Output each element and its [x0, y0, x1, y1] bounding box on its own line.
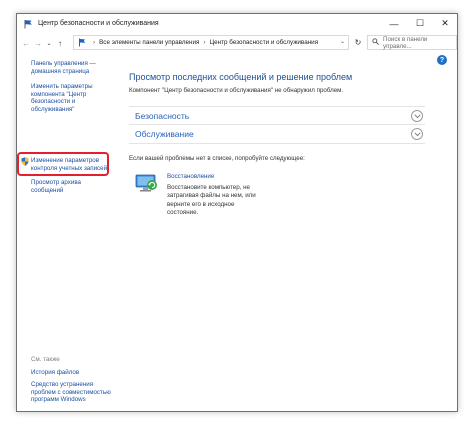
refresh-button[interactable]: ↻: [351, 35, 365, 50]
section-security-label: Безопасность: [135, 110, 190, 121]
breadcrumb-separator: ›: [203, 39, 206, 46]
chevron-down-icon[interactable]: [411, 110, 423, 122]
troubleshoot-hint: Если вашей проблемы нет в списке, попроб…: [129, 155, 305, 162]
address-box[interactable]: › Все элементы панели управления › Центр…: [73, 35, 349, 50]
address-bar: ← → ⌄ ↑ › Все элементы панели управления…: [17, 35, 457, 51]
breadcrumb-security-center[interactable]: Центр безопасности и обслуживания: [210, 39, 319, 46]
search-icon: [372, 38, 379, 47]
see-also-heading: См. также: [31, 356, 60, 363]
control-panel-window: Центр безопасности и обслуживания — ☐ ✕ …: [16, 13, 458, 412]
breadcrumb-all-items[interactable]: Все элементы панели управления: [99, 39, 199, 46]
main-content: Просмотр последних сообщений и решение п…: [127, 54, 457, 411]
sidebar: Панель управления — домашняя страница Из…: [17, 54, 121, 411]
status-message: Компонент "Центр безопасности и обслужив…: [129, 87, 344, 94]
sidebar-link-change-settings[interactable]: Изменить параметры компонента "Центр без…: [31, 83, 93, 113]
maximize-button[interactable]: ☐: [407, 14, 433, 33]
forward-button[interactable]: →: [33, 36, 43, 50]
title-bar[interactable]: Центр безопасности и обслуживания — ☐ ✕: [17, 14, 457, 33]
search-placeholder: Поиск в панели управле...: [383, 35, 428, 50]
sidebar-link-file-history[interactable]: История файлов: [31, 369, 79, 377]
up-button[interactable]: ↑: [55, 36, 65, 50]
chevron-down-icon[interactable]: [411, 128, 423, 140]
recovery-description: Восстановите компьютер, не затрагивая фа…: [167, 184, 256, 216]
back-button[interactable]: ←: [21, 36, 31, 50]
page-title: Просмотр последних сообщений и решение п…: [129, 72, 353, 82]
sidebar-link-compat-troubleshooter[interactable]: Средство устранения проблем с совместимо…: [31, 381, 111, 404]
breadcrumb-separator: ›: [93, 39, 96, 46]
recovery-link[interactable]: Восстановление: [167, 173, 214, 180]
section-security[interactable]: Безопасность: [129, 106, 425, 124]
address-flag-icon: [78, 38, 86, 47]
minimize-button[interactable]: —: [381, 14, 407, 33]
sidebar-link-message-archive[interactable]: Просмотр архива сообщений: [31, 179, 81, 194]
section-divider: [129, 143, 425, 144]
window-title: Центр безопасности и обслуживания: [38, 20, 159, 27]
section-maintenance-label: Обслуживание: [135, 128, 194, 139]
recovery-computer-icon: [135, 172, 159, 194]
recent-locations-button[interactable]: ⌄: [44, 36, 54, 50]
sidebar-link-home[interactable]: Панель управления — домашняя страница: [31, 60, 96, 75]
security-center-flag-icon: [23, 19, 33, 29]
address-dropdown-icon[interactable]: ⌄: [340, 38, 345, 45]
highlight-annotation: [17, 152, 109, 176]
search-input[interactable]: Поиск в панели управле...: [367, 35, 457, 50]
close-button[interactable]: ✕: [432, 14, 458, 33]
section-maintenance[interactable]: Обслуживание: [129, 124, 425, 142]
